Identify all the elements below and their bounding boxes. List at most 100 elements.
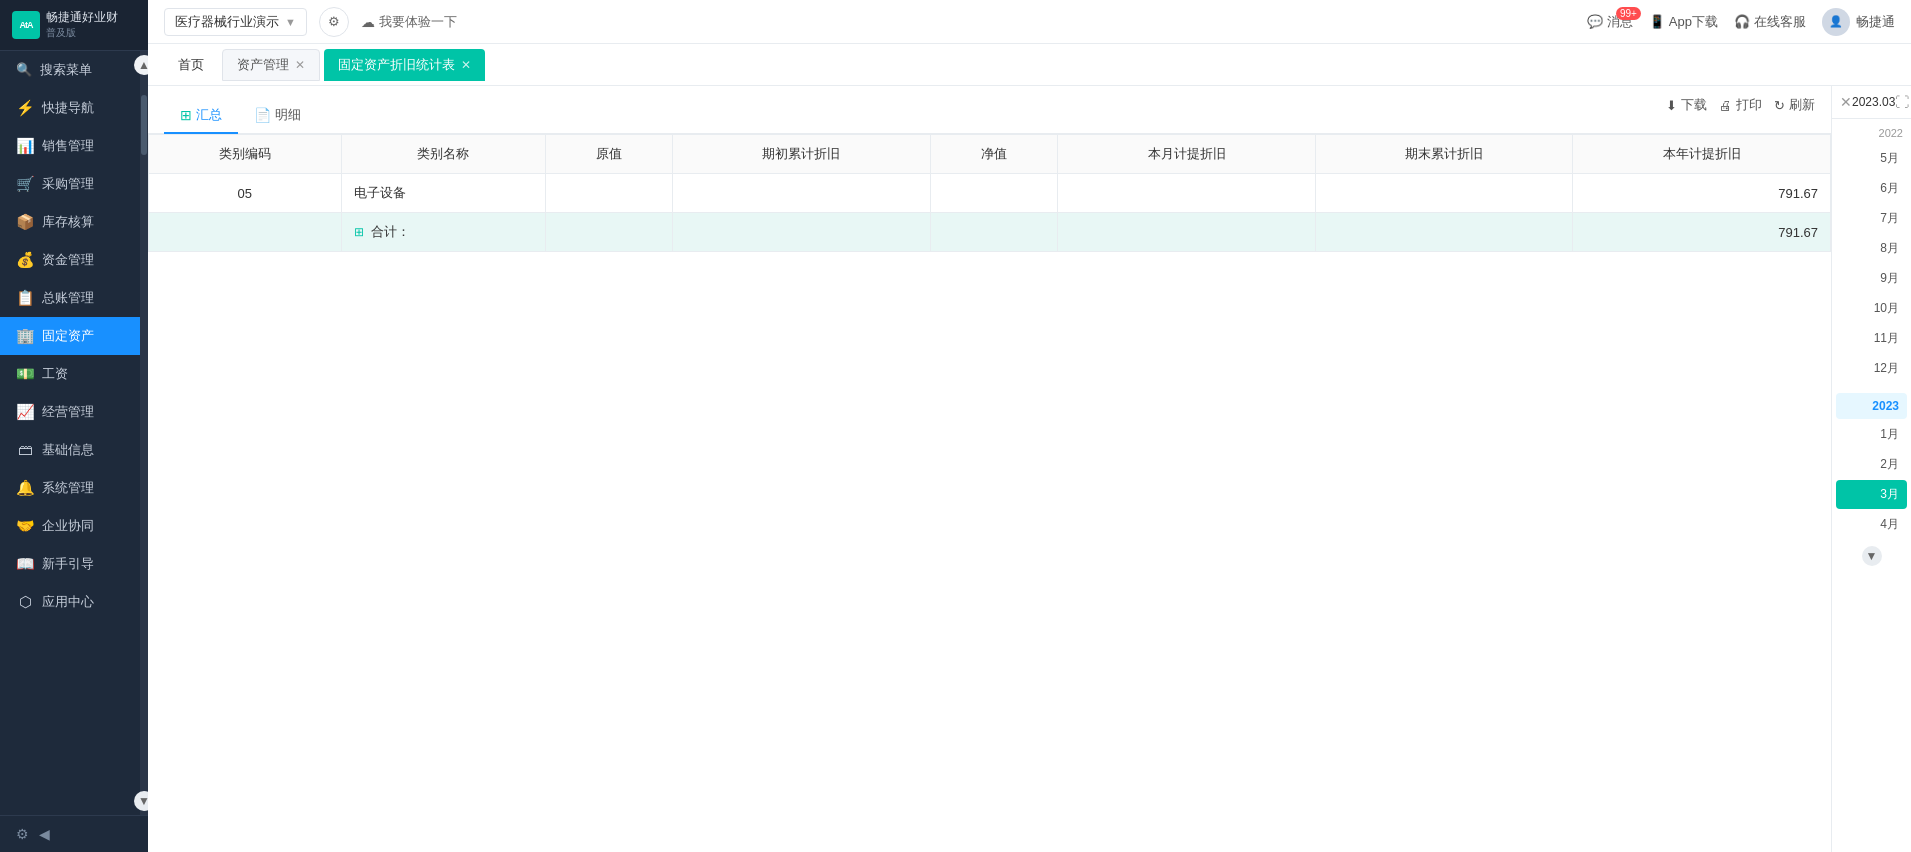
sidebar-item-purchase[interactable]: 🛒 采购管理: [0, 165, 140, 203]
data-table-wrapper: 类别编码 类别名称 原值 期初累计折旧 净值 本月计提折旧 期末累计折旧 本年计…: [148, 134, 1831, 252]
cell-monthly-dep: [1058, 174, 1316, 213]
sidebar-collapse-btn[interactable]: ◀: [39, 826, 50, 842]
sidebar-item-system[interactable]: 🔔 系统管理: [0, 469, 140, 507]
total-net-value: [930, 213, 1058, 252]
inventory-icon: 📦: [16, 213, 34, 231]
year-2022-label: 2022: [1832, 123, 1911, 143]
tab-close-depreciation[interactable]: ✕: [461, 58, 471, 72]
message-badge: 99+: [1616, 7, 1641, 20]
print-button[interactable]: 🖨 打印: [1719, 96, 1762, 114]
sub-tab-summary[interactable]: ⊞ 汇总: [164, 98, 238, 134]
search-icon: 🔍: [16, 62, 32, 77]
experience-button[interactable]: ☁ 我要体验一下: [361, 13, 457, 31]
message-icon: 💬: [1587, 14, 1603, 29]
table-row: 05 电子设备 791.67: [149, 174, 1831, 213]
app-download-button[interactable]: 📱 App下载: [1649, 13, 1718, 31]
guide-icon: 📖: [16, 555, 34, 573]
col-header-net-value: 净值: [930, 135, 1058, 174]
download-icon: ⬇: [1666, 98, 1677, 113]
tab-depreciation-table[interactable]: 固定资产折旧统计表 ✕: [324, 49, 485, 81]
col-header-original: 原值: [545, 135, 673, 174]
page-content: ⊞ 汇总 📄 明细 ⬇ 下载 🖨 打印: [148, 86, 1831, 852]
header-right-actions: 💬 消息 99+ 📱 App下载 🎧 在线客服 👤 畅捷通: [1587, 8, 1895, 36]
month-2023-4[interactable]: 4月: [1836, 510, 1907, 539]
month-2023-1[interactable]: 1月: [1836, 420, 1907, 449]
sub-tab-detail[interactable]: 📄 明细: [238, 98, 317, 134]
date-panel-expand-btn[interactable]: ⛶: [1895, 94, 1909, 110]
fixed-assets-icon: 🏢: [16, 327, 34, 345]
total-initial-accum: [673, 213, 931, 252]
sidebar-item-inventory[interactable]: 📦 库存核算: [0, 203, 140, 241]
finance-icon: 💰: [16, 251, 34, 269]
user-info[interactable]: 👤 畅捷通: [1822, 8, 1895, 36]
total-row: ⊞ 合计： 791.67: [149, 213, 1831, 252]
sidebar-item-quicknav[interactable]: ⚡ 快捷导航: [0, 89, 140, 127]
col-header-initial-accum: 期初累计折旧: [673, 135, 931, 174]
month-2022-12[interactable]: 12月: [1836, 354, 1907, 383]
detail-icon: 📄: [254, 107, 271, 123]
sidebar-settings-btn[interactable]: ⚙: [16, 826, 29, 842]
year-2023-section: 2023 1月 2月 3月 4月 ▼: [1832, 388, 1911, 574]
print-icon: 🖨: [1719, 98, 1732, 113]
date-panel: ✕ 2023.03 ⛶ 2022 5月 6月 7月 8月 9月 10月 11月 …: [1831, 86, 1911, 852]
scrollbar-thumb[interactable]: [141, 95, 147, 155]
sidebar-footer: ⚙ ◀: [0, 815, 148, 852]
payroll-icon: 💵: [16, 365, 34, 383]
sidebar-item-apps[interactable]: ⬡ 应用中心: [0, 583, 140, 621]
sidebar-item-ledger[interactable]: 📋 总账管理: [0, 279, 140, 317]
scroll-up-arrow[interactable]: ▲: [134, 55, 148, 75]
sidebar-item-operations[interactable]: 📈 经营管理: [0, 393, 140, 431]
operations-icon: 📈: [16, 403, 34, 421]
toolbar-right: ⬇ 下载 🖨 打印 ↻ 刷新: [1666, 96, 1815, 114]
sidebar-item-basics[interactable]: 🗃 基础信息: [0, 431, 140, 469]
col-header-monthly-dep: 本月计提折旧: [1058, 135, 1316, 174]
month-2023-3[interactable]: 3月: [1836, 480, 1907, 509]
sidebar-scrollbar[interactable]: ▲ ▼: [140, 51, 148, 815]
user-avatar: 👤: [1822, 8, 1850, 36]
month-2022-11[interactable]: 11月: [1836, 324, 1907, 353]
message-button[interactable]: 💬 消息 99+: [1587, 13, 1633, 31]
cell-name: 电子设备: [341, 174, 545, 213]
cell-initial-accum: [673, 174, 931, 213]
sidebar-item-search[interactable]: 🔍 搜索菜单: [0, 51, 140, 89]
month-2022-6[interactable]: 6月: [1836, 174, 1907, 203]
sidebar-item-fixed-assets[interactable]: 🏢 固定资产: [0, 317, 140, 355]
download-button[interactable]: ⬇ 下载: [1666, 96, 1707, 114]
sidebar: AtA 畅捷通好业财 普及版 🔍 搜索菜单 ⚡ 快捷导航 📊 销售管理 🛒: [0, 0, 148, 852]
refresh-button[interactable]: ↻ 刷新: [1774, 96, 1815, 114]
app-logo-icon: AtA: [12, 11, 40, 39]
cell-code: 05: [149, 174, 342, 213]
top-header: 医疗器械行业演示 ▼ ⚙ ☁ 我要体验一下 💬 消息 99+ 📱 App下载 🎧…: [148, 0, 1911, 44]
sidebar-item-payroll[interactable]: 💵 工资: [0, 355, 140, 393]
date-panel-close-btn[interactable]: ✕: [1840, 94, 1852, 110]
cell-yearly-dep: 791.67: [1573, 174, 1831, 213]
settings-button[interactable]: ⚙: [319, 7, 349, 37]
month-2023-2[interactable]: 2月: [1836, 450, 1907, 479]
app-logo-text: 畅捷通好业财: [46, 10, 118, 26]
ledger-icon: 📋: [16, 289, 34, 307]
tab-bar: 首页 资产管理 ✕ 固定资产折旧统计表 ✕: [148, 44, 1911, 86]
month-2022-9[interactable]: 9月: [1836, 264, 1907, 293]
company-selector[interactable]: 医疗器械行业演示 ▼: [164, 8, 307, 36]
month-2022-10[interactable]: 10月: [1836, 294, 1907, 323]
date-nav-down[interactable]: ▼: [1862, 546, 1882, 566]
month-2022-5[interactable]: 5月: [1836, 144, 1907, 173]
company-name: 医疗器械行业演示: [175, 13, 279, 31]
app-edition: 普及版: [46, 26, 118, 40]
summary-icon: ⊞: [180, 107, 192, 123]
tab-assets-mgmt[interactable]: 资产管理 ✕: [222, 49, 320, 81]
month-2022-7[interactable]: 7月: [1836, 204, 1907, 233]
month-2022-8[interactable]: 8月: [1836, 234, 1907, 263]
tab-close-assets-mgmt[interactable]: ✕: [295, 58, 305, 72]
sidebar-item-sales[interactable]: 📊 销售管理: [0, 127, 140, 165]
cell-net-value: [930, 174, 1058, 213]
sidebar-item-cooperation[interactable]: 🤝 企业协同: [0, 507, 140, 545]
online-service-button[interactable]: 🎧 在线客服: [1734, 13, 1806, 31]
sidebar-item-guide[interactable]: 📖 新手引导: [0, 545, 140, 583]
scroll-down-arrow[interactable]: ▼: [134, 791, 148, 811]
tab-home[interactable]: 首页: [164, 49, 218, 81]
sidebar-item-finance[interactable]: 💰 资金管理: [0, 241, 140, 279]
year-2023-label[interactable]: 2023: [1836, 393, 1907, 419]
current-period-label: 2023.03: [1852, 95, 1895, 109]
col-header-yearly-dep: 本年计提折旧: [1573, 135, 1831, 174]
